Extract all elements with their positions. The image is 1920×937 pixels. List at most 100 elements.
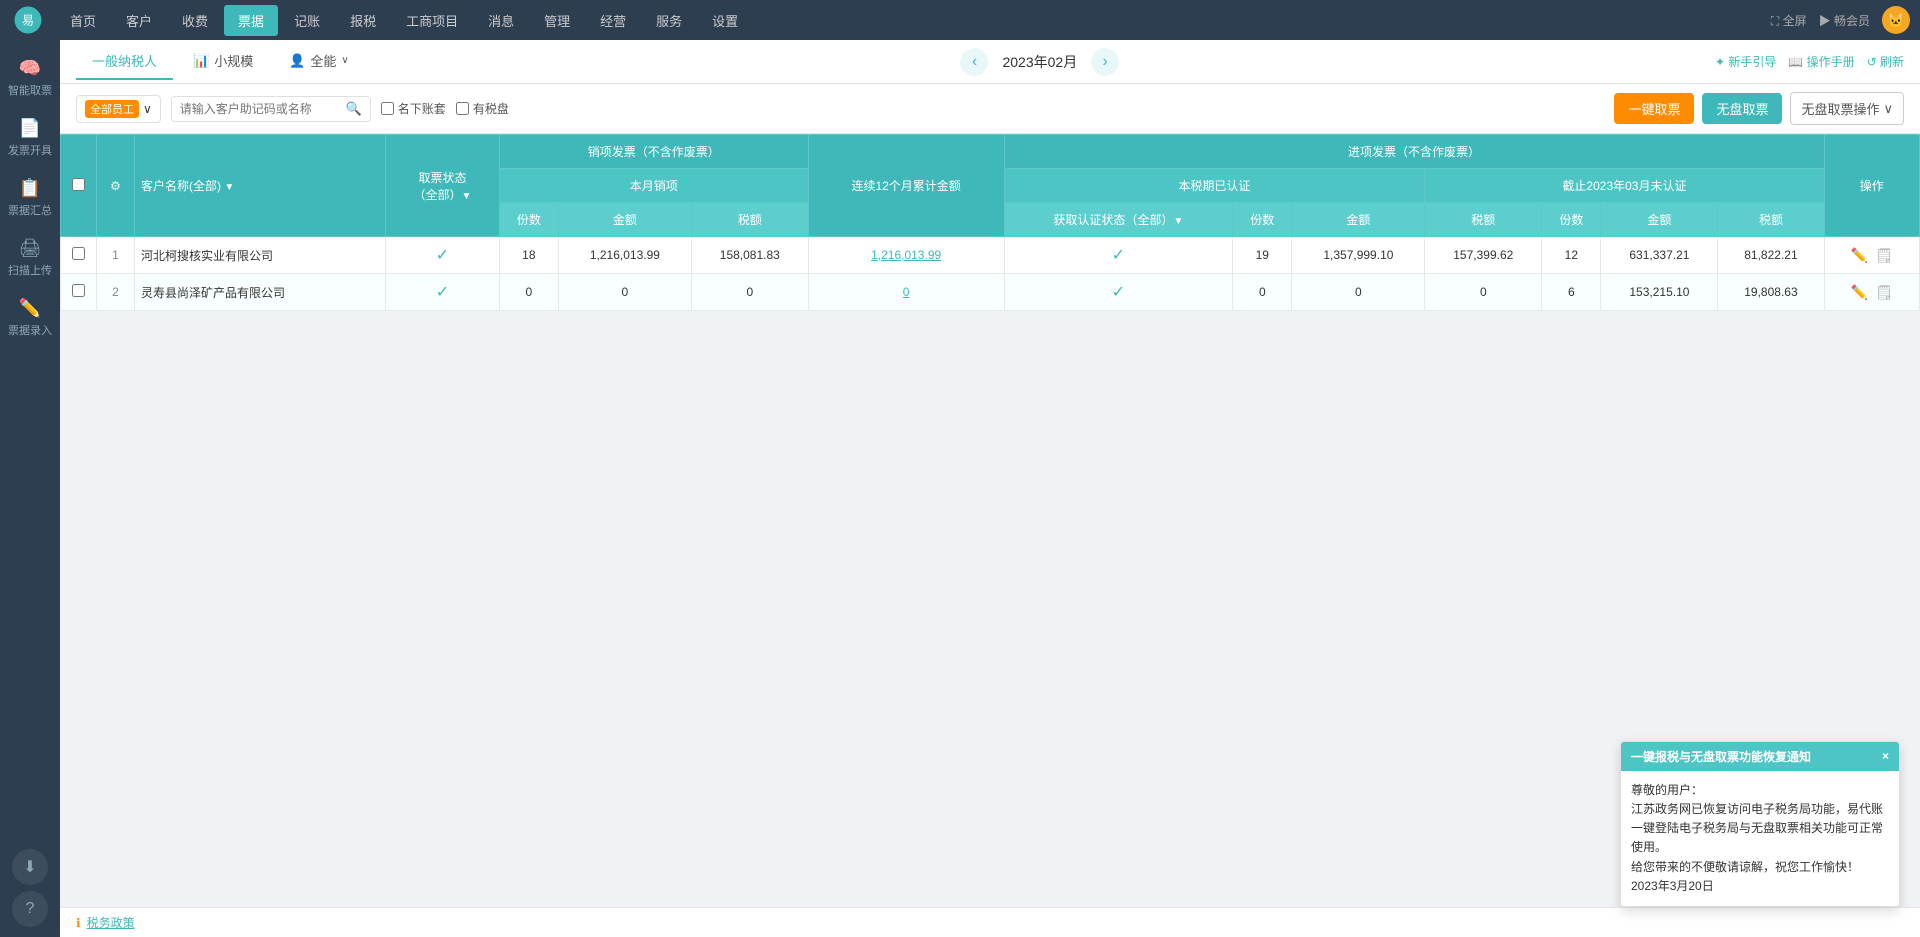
- refresh-btn[interactable]: ↺ 刷新: [1867, 53, 1904, 70]
- employee-chevron: ∨: [143, 102, 152, 116]
- sidebar-label: 票据汇总: [8, 202, 52, 218]
- sidebar-item-智能取票[interactable]: 🧠智能取票: [3, 50, 57, 106]
- tax-disk-checkbox-label: 有税盘: [456, 100, 509, 117]
- search-icon[interactable]: 🔍: [346, 101, 362, 117]
- row-sales-amount: 1,216,013.99: [558, 237, 691, 274]
- th-cancel-status: 取票状态（全部）▼: [386, 135, 499, 237]
- nav-item-记账[interactable]: 记账: [280, 5, 334, 36]
- row-checkbox[interactable]: [72, 247, 85, 260]
- row-checkbox[interactable]: [72, 284, 85, 297]
- search-box: 🔍: [171, 96, 371, 122]
- sub-account-label: 名下账套: [398, 100, 446, 117]
- top-nav: 易 首页客户收费票据记账报税工商项目消息管理经营服务设置 ⛶ 全屏 ▶ 畅会员 …: [0, 0, 1920, 40]
- customer-filter[interactable]: ▼: [224, 182, 234, 193]
- th-purchase-invoice: 进项发票（不含作废票）: [1004, 135, 1824, 169]
- current-month: 2023年02月: [994, 52, 1085, 72]
- sidebar-icon: 📄: [19, 118, 41, 139]
- sidebar-item-票据汇总[interactable]: 📋票据汇总: [3, 170, 57, 226]
- bottom-bar: ℹ 税务政策: [60, 907, 1920, 937]
- prev-month-btn[interactable]: ‹: [960, 48, 988, 76]
- notification-popup: 一键报税与无盘取票功能恢复通知 × 尊敬的用户： 江苏政务网已恢复访问电子税务局…: [1620, 741, 1900, 907]
- row-uncert-tax: 81,822.21: [1718, 237, 1824, 274]
- sidebar-icon: ✏️: [19, 298, 41, 319]
- sidebar-item-票据录入[interactable]: ✏️ 票据录入: [3, 290, 57, 346]
- nav-item-设置[interactable]: 设置: [698, 5, 752, 36]
- certify-filter[interactable]: ▼: [1173, 216, 1183, 227]
- view-icon[interactable]: 🗒: [1875, 247, 1893, 263]
- sales-12m-link[interactable]: 0: [903, 285, 910, 299]
- diskless-fetch-btn[interactable]: 无盘取票: [1702, 93, 1782, 124]
- row-sales-qty: 0: [499, 274, 558, 311]
- search-input[interactable]: [180, 102, 342, 116]
- nav-item-首页[interactable]: 首页: [56, 5, 110, 36]
- row-uncert-amount: 153,215.10: [1601, 274, 1718, 311]
- select-all-checkbox[interactable]: [72, 178, 85, 191]
- th-until-march: 截止2023年03月未认证: [1425, 169, 1824, 203]
- tab-small-label: 小规模: [214, 51, 253, 70]
- view-icon[interactable]: 🗒: [1875, 284, 1893, 300]
- cancel-status-icon: ✓: [436, 247, 449, 264]
- row-sales-amount: 0: [558, 274, 691, 311]
- new-guide-btn[interactable]: ✦ 新手引导: [1715, 53, 1776, 70]
- svg-text:易: 易: [22, 14, 34, 28]
- logo: 易: [10, 2, 46, 38]
- nav-item-经营[interactable]: 经营: [586, 5, 640, 36]
- sidebar-label: 扫描上传: [8, 262, 52, 278]
- row-cancel-status: ✓: [386, 237, 499, 274]
- diskless-ops-btn[interactable]: 无盘取票操作 ∨: [1790, 92, 1904, 125]
- th-uncert-amount: 金额: [1601, 203, 1718, 237]
- cancel-filter[interactable]: ▼: [462, 191, 472, 202]
- tax-policy-link[interactable]: 税务政策: [87, 914, 135, 931]
- toolbar: 全部员工 ∨ 🔍 名下账套 有税盘 一键取票 无盘取票 无盘取票操作 ∨: [60, 84, 1920, 134]
- row-actions: ✏️ 🗒: [1824, 274, 1919, 311]
- nav-item-收费[interactable]: 收费: [168, 5, 222, 36]
- edit-icon[interactable]: ✏️: [1851, 284, 1868, 300]
- tab-all-chevron: ∨: [341, 55, 348, 66]
- next-month-btn[interactable]: ›: [1091, 48, 1119, 76]
- row-customer-name: 河北柯搜核实业有限公司: [135, 237, 386, 274]
- nav-item-工商项目[interactable]: 工商项目: [392, 5, 472, 36]
- member-btn[interactable]: ▶ 畅会员: [1819, 12, 1870, 29]
- row-purchase-qty: 0: [1233, 274, 1292, 311]
- table-row: 1 河北柯搜核实业有限公司 ✓ 18 1,216,013.99 158,081.…: [61, 237, 1920, 274]
- th-sales-tax: 税额: [691, 203, 808, 237]
- th-uncert-tax: 税额: [1718, 203, 1824, 237]
- sidebar-item-扫描上传[interactable]: 🖨 扫描上传: [3, 230, 57, 286]
- tax-disk-checkbox[interactable]: [456, 102, 469, 115]
- sidebar-icon: 🖨: [19, 238, 42, 259]
- sidebar-label: 智能取票: [8, 82, 52, 98]
- tax-policy-icon: ℹ: [76, 916, 81, 930]
- tab-bar: 一般纳税人 📊 小规模 👤 全能 ∨ ‹ 2023年02月 › ✦ 新手引导 📖…: [60, 40, 1920, 84]
- nav-item-管理[interactable]: 管理: [530, 5, 584, 36]
- nav-item-服务[interactable]: 服务: [642, 5, 696, 36]
- nav-item-客户[interactable]: 客户: [112, 5, 166, 36]
- notification-close-btn[interactable]: ×: [1882, 749, 1889, 763]
- sidebar: 🧠智能取票📄发票开具📋票据汇总 🖨 扫描上传 ✏️ 票据录入 ⬇ ?: [0, 40, 60, 937]
- tab-general-taxpayer[interactable]: 一般纳税人: [76, 43, 173, 80]
- row-uncert-qty: 6: [1542, 274, 1601, 311]
- manual-btn[interactable]: 📖 操作手册: [1788, 53, 1854, 70]
- sidebar-help-btn[interactable]: ?: [12, 891, 48, 927]
- fullscreen-btn[interactable]: ⛶ 全屏: [1771, 12, 1807, 29]
- row-purchase-tax: 0: [1425, 274, 1542, 311]
- sub-account-checkbox[interactable]: [381, 102, 394, 115]
- th-certify-status: 获取认证状态（全部）▼: [1004, 203, 1233, 237]
- row-uncert-tax: 19,808.63: [1718, 274, 1824, 311]
- row-sales-tax: 158,081.83: [691, 237, 808, 274]
- sidebar-item-发票开具[interactable]: 📄发票开具: [3, 110, 57, 166]
- notification-title: 一键报税与无盘取票功能恢复通知: [1631, 748, 1811, 765]
- edit-icon[interactable]: ✏️: [1851, 247, 1868, 263]
- sidebar-label: 票据录入: [8, 322, 52, 338]
- tab-all[interactable]: 👤 全能 ∨: [273, 43, 365, 80]
- user-avatar[interactable]: 🐱: [1882, 6, 1910, 34]
- one-click-fetch-btn[interactable]: 一键取票: [1614, 93, 1694, 124]
- tab-small-scale[interactable]: 📊 小规模: [177, 43, 269, 80]
- employee-select[interactable]: 全部员工 ∨: [76, 95, 161, 123]
- th-sales-invoice: 销项发票（不含作废票）: [499, 135, 808, 169]
- sales-12m-link[interactable]: 1,216,013.99: [871, 248, 941, 262]
- nav-item-消息[interactable]: 消息: [474, 5, 528, 36]
- nav-item-报税[interactable]: 报税: [336, 5, 390, 36]
- sidebar-download-btn[interactable]: ⬇: [12, 849, 48, 885]
- nav-item-票据[interactable]: 票据: [224, 5, 278, 36]
- toolbar-right: 一键取票 无盘取票 无盘取票操作 ∨: [1614, 92, 1904, 125]
